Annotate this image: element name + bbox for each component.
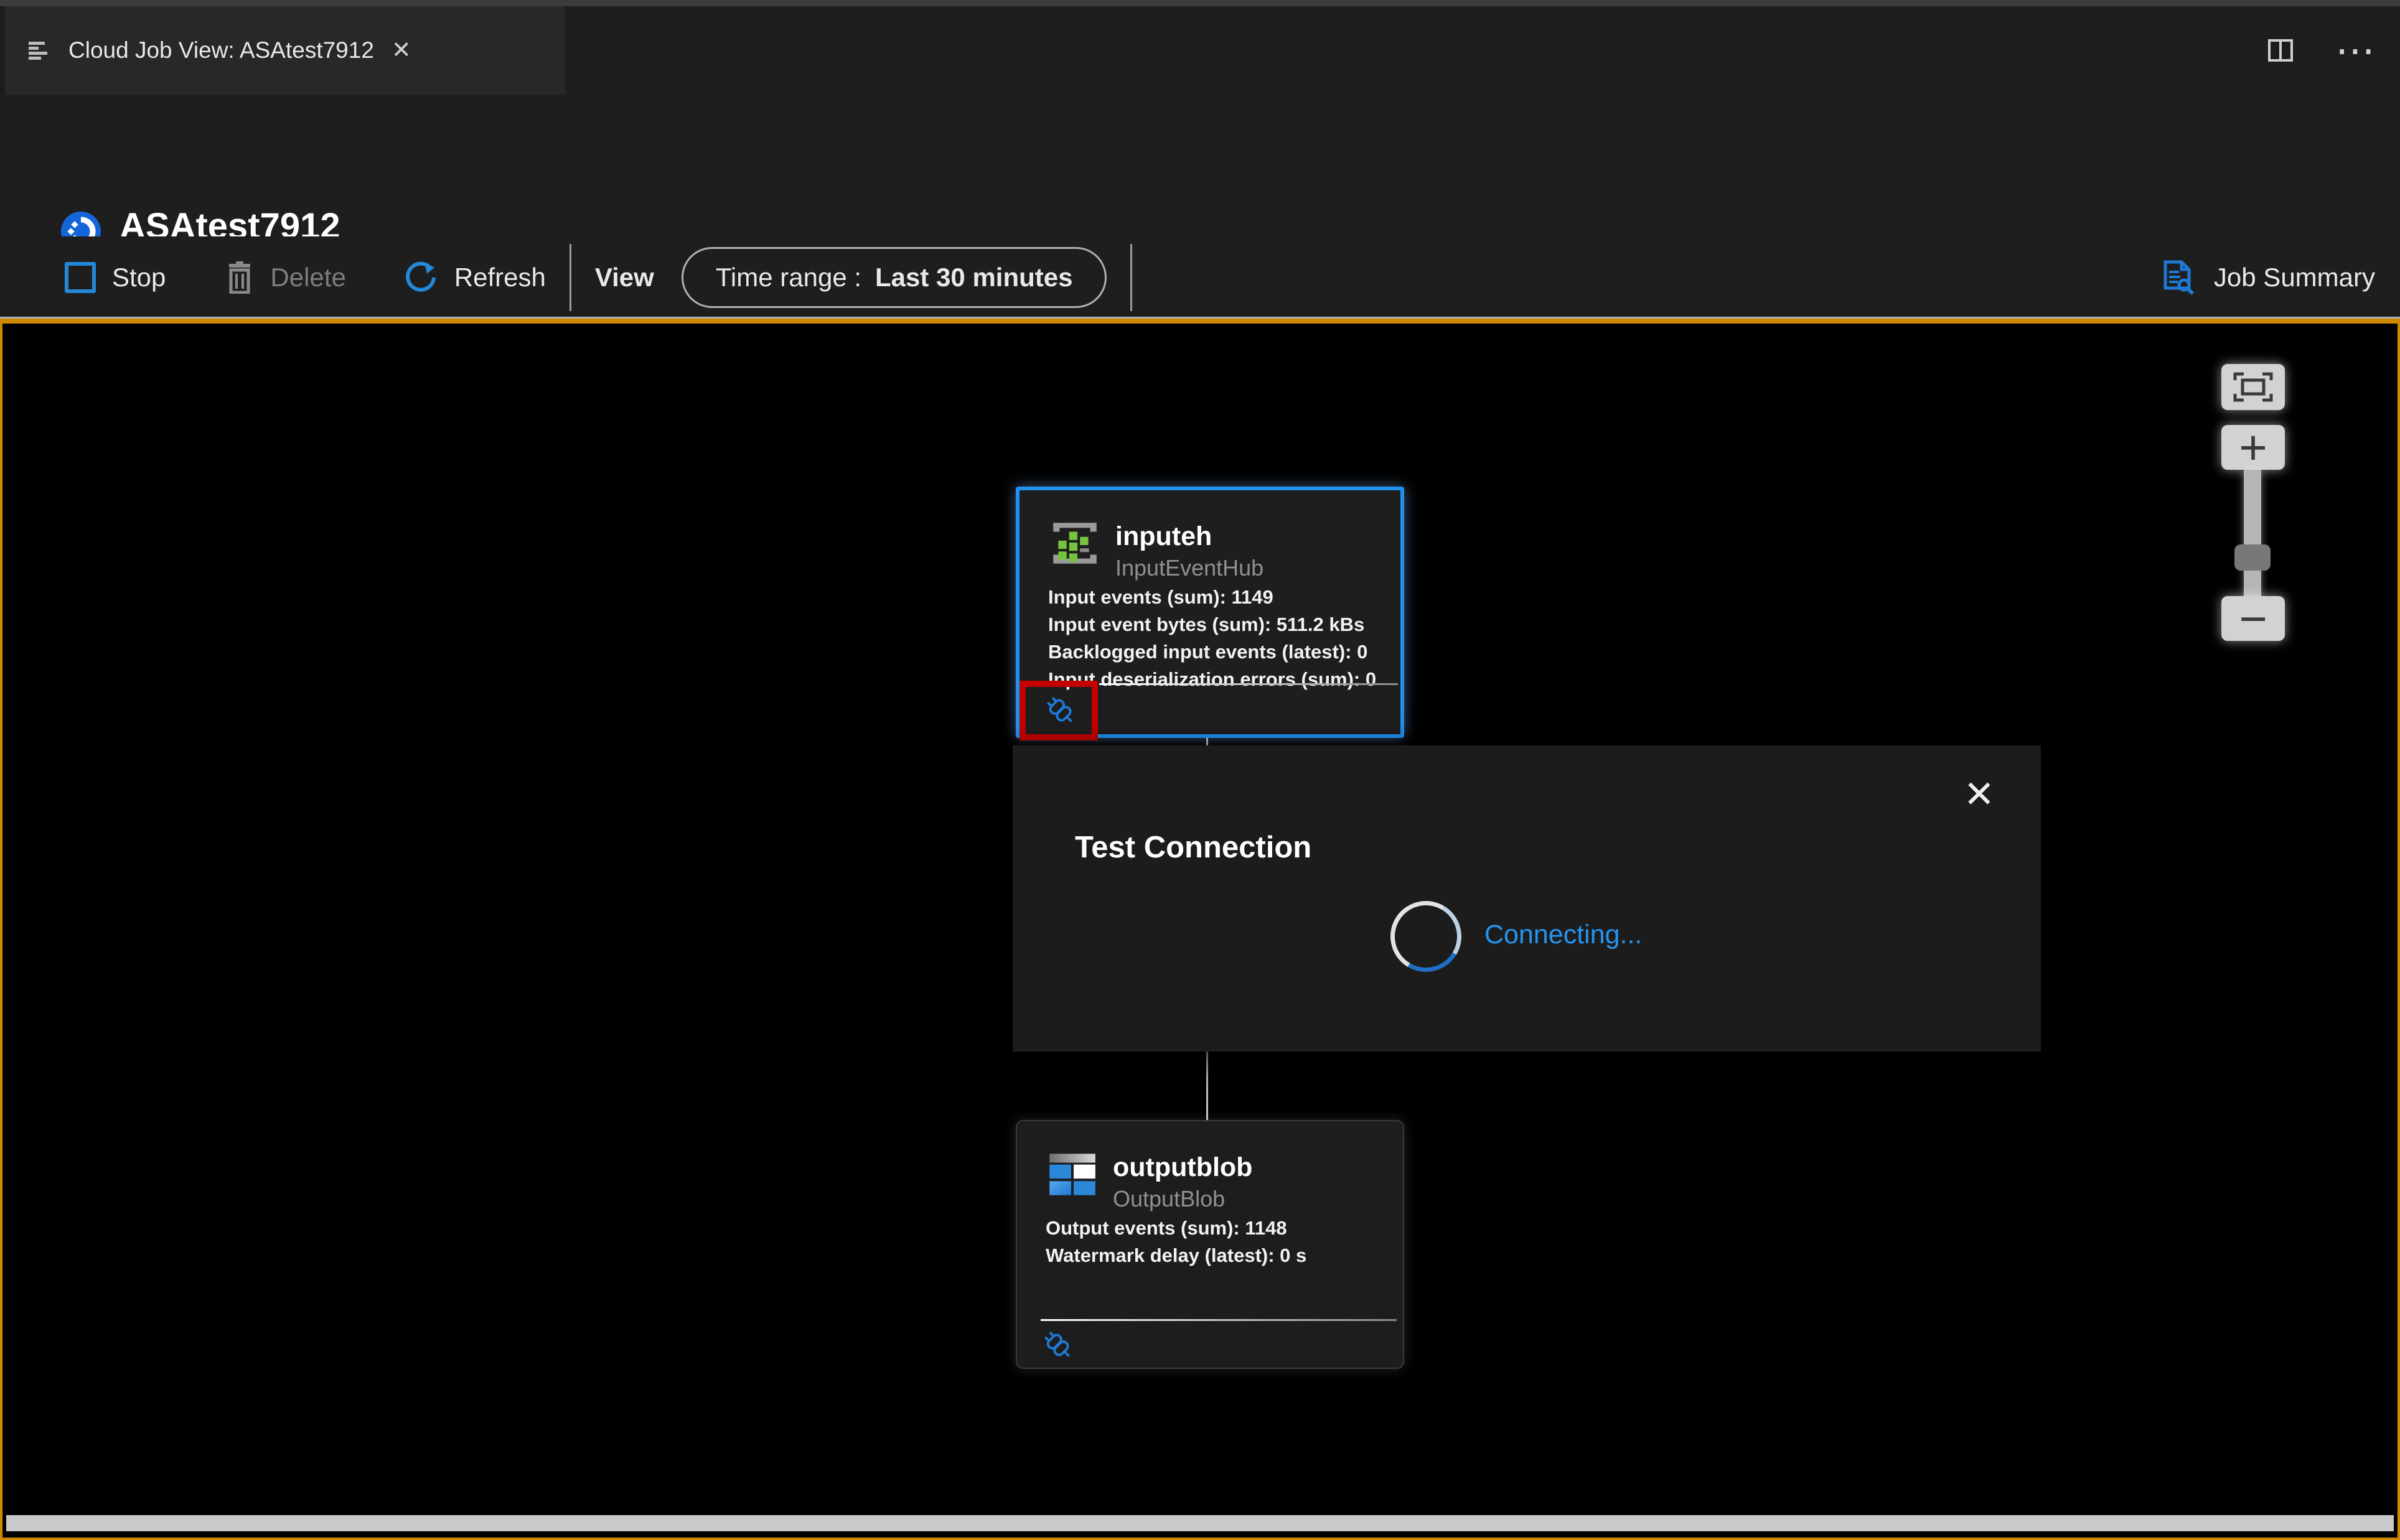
zoom-out-button[interactable]: − [2221,594,2285,643]
node-type: OutputBlob [1113,1186,1226,1211]
delete-button[interactable]: Delete [225,261,346,294]
dialog-title: Test Connection [1075,831,1312,864]
event-hub-icon [1053,523,1097,564]
view-label: View [594,263,654,292]
test-connection-dialog: ✕ Test Connection Connecting... [1013,745,2041,1052]
refresh-label: Refresh [454,263,546,292]
node-metrics: Input events (sum): 1149 Input event byt… [1048,584,1376,693]
stop-button[interactable]: Stop [65,262,166,293]
job-summary-button[interactable]: Job Summary [2159,259,2375,296]
delete-label: Delete [270,263,346,292]
editor-tab-bar: Cloud Job View: ASAtest7912 ✕ ⋯ [0,6,2400,95]
node-metrics: Output events (sum): 1148 Watermark dela… [1046,1215,1306,1269]
metric-line: Input events (sum): 1149 [1048,586,1273,608]
tab-close-icon[interactable]: ✕ [391,39,411,62]
fit-to-screen-button[interactable] [2221,364,2285,410]
window-top-strip [0,0,2400,6]
metric-line: Backlogged input events (latest): 0 [1048,641,1368,663]
dialog-close-icon[interactable]: ✕ [1964,773,1995,816]
canvas-top-border [0,319,2400,324]
test-connection-plug-icon[interactable] [1042,1329,1074,1361]
node-type: InputEventHub [1115,555,1264,581]
highlight-red-box [1020,681,1098,740]
tab-actions: ⋯ [2266,6,2375,95]
loading-spinner-icon [1382,893,1470,980]
node-outputblob[interactable]: outputblob OutputBlob Output events (sum… [1016,1120,1404,1369]
zoom-in-button[interactable]: + [2221,423,2285,472]
trash-icon [229,261,251,294]
job-toolbar: Stop Delete Refresh View Time range : La… [0,236,2400,319]
list-icon [29,42,47,60]
node-footer-divider [1041,1319,1397,1321]
toolbar-separator [569,244,571,311]
time-range-button[interactable]: Time range : Last 30 minutes [681,247,1107,308]
stop-icon [65,262,96,293]
refresh-icon [405,261,436,292]
fit-to-screen-icon [2233,372,2273,402]
job-diagram-canvas[interactable]: inputeh InputEventHub Input events (sum)… [0,319,2400,1540]
zoom-slider-thumb[interactable] [2234,544,2271,571]
tab-title: Cloud Job View: ASAtest7912 [68,37,374,63]
metric-line: Input event bytes (sum): 511.2 kBs [1048,614,1365,635]
node-name: outputblob [1113,1152,1253,1182]
job-header: ASAtest7912 Status Running Output waterm… [0,95,2400,301]
split-editor-icon[interactable] [2266,35,2295,65]
edge-line [1206,738,1208,745]
tab-cloud-job-view[interactable]: Cloud Job View: ASAtest7912 ✕ [5,6,565,95]
zoom-slider-track[interactable] [2244,470,2261,598]
node-inputeh[interactable]: inputeh InputEventHub Input events (sum)… [1016,487,1404,740]
metric-line: Watermark delay (latest): 0 s [1046,1244,1307,1266]
cloud-job-view-window: Cloud Job View: ASAtest7912 ✕ ⋯ ASAtest7… [0,0,2400,1540]
refresh-button[interactable]: Refresh [405,261,546,294]
horizontal-scrollbar[interactable] [6,1515,2394,1531]
more-actions-icon[interactable]: ⋯ [2335,30,2375,70]
time-range-label: Time range : [715,263,862,292]
job-summary-label: Job Summary [2213,263,2375,292]
job-summary-icon [2163,260,2195,296]
blob-storage-icon [1049,1154,1095,1195]
stop-label: Stop [112,263,166,292]
node-footer-divider [1099,683,1398,685]
metric-line: Output events (sum): 1148 [1046,1217,1287,1239]
time-range-value: Last 30 minutes [875,263,1073,292]
toolbar-separator [1130,244,1133,311]
connecting-status: Connecting... [1484,920,1643,950]
node-name: inputeh [1115,521,1212,551]
